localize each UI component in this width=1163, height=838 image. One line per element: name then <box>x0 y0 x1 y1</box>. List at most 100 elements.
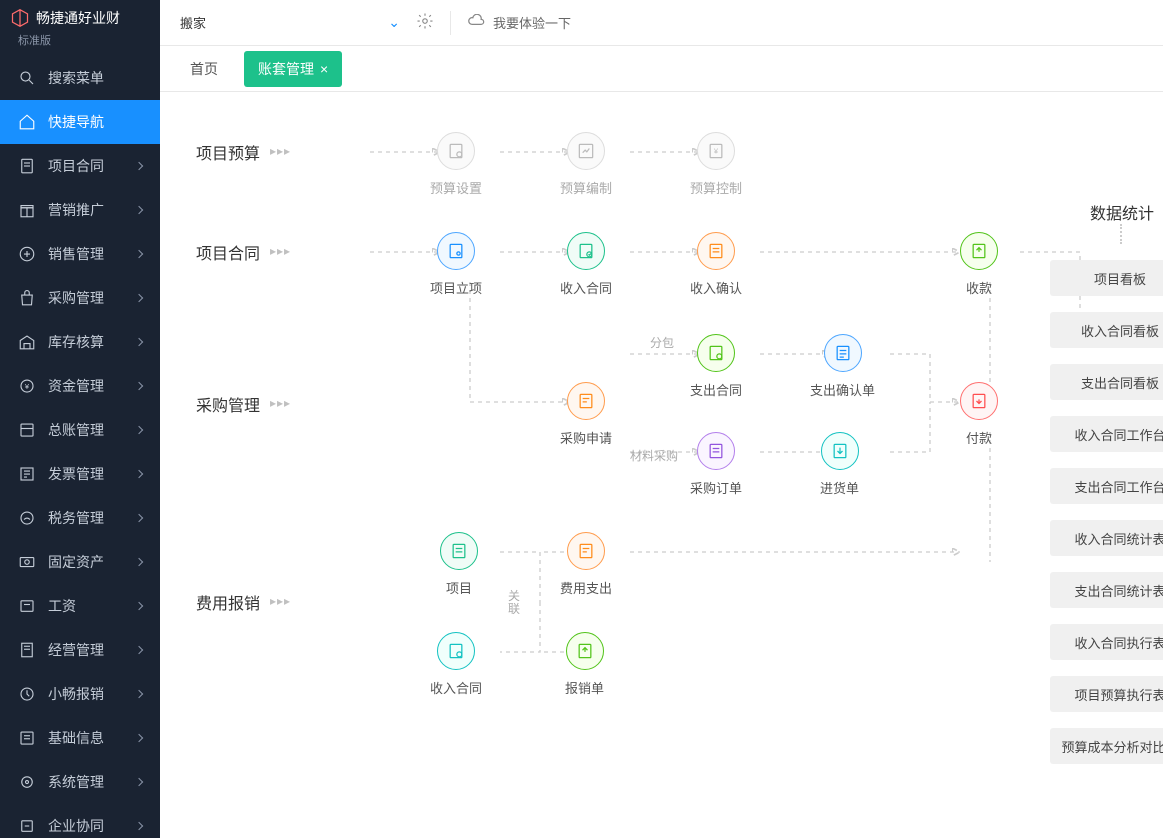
sidebar-item-system[interactable]: 系统管理 <box>0 760 160 804</box>
close-icon[interactable]: × <box>320 61 328 77</box>
bag-icon <box>18 289 36 307</box>
sidebar-item-salary[interactable]: 工资 <box>0 584 160 628</box>
sidebar-item-procurement[interactable]: 采购管理 <box>0 276 160 320</box>
sidebar-item-operations[interactable]: 经营管理 <box>0 628 160 672</box>
stats-btn-income-stats[interactable]: 收入合同统计表 <box>1050 520 1163 556</box>
sidebar-item-funds[interactable]: ¥ 资金管理 <box>0 364 160 408</box>
node-budget-compile[interactable]: 预算编制 <box>560 132 612 197</box>
stats-btn-budget-exec[interactable]: 项目预算执行表 <box>1050 676 1163 712</box>
node-purchase-apply[interactable]: 采购申请 <box>560 382 612 447</box>
sidebar-item-xiaochang[interactable]: 小畅报销 <box>0 672 160 716</box>
header: 搬家 ⌄ 我要体验一下 <box>160 0 1163 46</box>
sidebar-item-invoice[interactable]: 发票管理 <box>0 452 160 496</box>
sidebar-item-assets[interactable]: 固定资产 <box>0 540 160 584</box>
node-goods-in[interactable]: 进货单 <box>820 432 859 497</box>
sidebar-item-project-contract[interactable]: 项目合同 <box>0 144 160 188</box>
node-project[interactable]: 项目 <box>440 532 478 597</box>
node-income-confirm[interactable]: 收入确认 <box>690 232 742 297</box>
stats-connector <box>1120 224 1122 244</box>
warehouse-icon <box>18 333 36 351</box>
search-icon <box>18 69 36 87</box>
sidebar-item-label: 小畅报销 <box>48 684 104 704</box>
sidebar-item-quick-nav[interactable]: 快捷导航 <box>0 100 160 144</box>
sidebar-item-label: 销售管理 <box>48 244 104 264</box>
sidebar-item-inventory[interactable]: 库存核算 <box>0 320 160 364</box>
try-experience-link[interactable]: 我要体验一下 <box>467 13 571 32</box>
stats-btn-project-board[interactable]: 项目看板 <box>1050 260 1163 296</box>
sidebar-item-tax[interactable]: 税务管理 <box>0 496 160 540</box>
stats-btn-expense-workbench[interactable]: 支出合同工作台 <box>1050 468 1163 504</box>
svg-text:¥: ¥ <box>25 382 30 391</box>
row-arrow-icon: ▸▸▸ <box>270 244 291 258</box>
workflow-canvas: 项目预算 ▸▸▸ 项目合同 ▸▸▸ 采购管理 ▸▸▸ 费用报销 ▸▸▸ 预算设置… <box>160 92 1163 838</box>
sidebar-search-label: 搜索菜单 <box>48 68 104 88</box>
stats-title: 数据统计 <box>1090 200 1154 224</box>
sidebar-item-label: 总账管理 <box>48 420 104 440</box>
stats-btn-income-workbench[interactable]: 收入合同工作台 <box>1050 416 1163 452</box>
stats-btn-income-exec[interactable]: 收入合同执行表 <box>1050 624 1163 660</box>
sidebar-item-sales[interactable]: 销售管理 <box>0 232 160 276</box>
node-receipt[interactable]: 收款 <box>960 232 998 297</box>
org-name: 搬家 <box>180 13 206 32</box>
node-budget-control[interactable]: ¥ 预算控制 <box>690 132 742 197</box>
row-label-contract: 项目合同 <box>196 240 260 264</box>
row-label-expense: 费用报销 <box>196 590 260 614</box>
collab-icon <box>18 817 36 835</box>
chevron-down-icon: ⌄ <box>388 14 400 31</box>
node-income-contract[interactable]: 收入合同 <box>560 232 612 297</box>
node-reimburse[interactable]: 报销单 <box>565 632 604 697</box>
app-logo-icon <box>10 8 30 28</box>
sidebar-item-label: 税务管理 <box>48 508 104 528</box>
stats-btn-expense-stats[interactable]: 支出合同统计表 <box>1050 572 1163 608</box>
tab-account-set[interactable]: 账套管理 × <box>244 51 342 87</box>
sidebar-search[interactable]: 搜索菜单 <box>0 56 160 100</box>
sidebar-item-label: 工资 <box>48 596 76 616</box>
gear-icon <box>18 773 36 791</box>
node-budget-setup[interactable]: 预算设置 <box>430 132 482 197</box>
flow-connectors <box>160 92 1163 838</box>
app-logo: 畅捷通好业财 <box>0 0 160 32</box>
sidebar-item-marketing[interactable]: 营销推广 <box>0 188 160 232</box>
tab-home[interactable]: 首页 <box>176 51 232 87</box>
row-label-budget: 项目预算 <box>196 140 260 164</box>
node-income-contract-2[interactable]: 收入合同 <box>430 632 482 697</box>
reimburse-icon <box>18 685 36 703</box>
node-payment[interactable]: 付款 <box>960 382 998 447</box>
ledger-icon <box>18 421 36 439</box>
tabs-bar: 首页 账套管理 × <box>160 46 1163 92</box>
sidebar-item-label: 资金管理 <box>48 376 104 396</box>
sidebar-item-label: 库存核算 <box>48 332 104 352</box>
settings-gear-icon[interactable] <box>416 12 434 33</box>
app-name: 畅捷通好业财 <box>36 8 120 28</box>
stats-btn-budget-cost[interactable]: 预算成本分析对比表 <box>1050 728 1163 764</box>
node-expense-contract[interactable]: 支出合同 <box>690 334 742 399</box>
salary-icon <box>18 597 36 615</box>
org-selector[interactable]: 搬家 ⌄ <box>180 13 400 32</box>
sidebar-item-label: 快捷导航 <box>48 112 104 132</box>
stats-btn-income-board[interactable]: 收入合同看板 <box>1050 312 1163 348</box>
node-expense-confirm[interactable]: 支出确认单 <box>810 334 875 399</box>
header-divider <box>450 11 451 35</box>
sidebar-item-ledger[interactable]: 总账管理 <box>0 408 160 452</box>
stats-btn-expense-board[interactable]: 支出合同看板 <box>1050 364 1163 400</box>
sidebar-item-basic-info[interactable]: 基础信息 <box>0 716 160 760</box>
sidebar-item-label: 项目合同 <box>48 156 104 176</box>
node-purchase-order[interactable]: 采购订单 <box>690 432 742 497</box>
node-expense-spend[interactable]: 费用支出 <box>560 532 612 597</box>
sub-label-subcontract: 分包 <box>650 334 674 351</box>
ops-icon <box>18 641 36 659</box>
invoice-icon <box>18 465 36 483</box>
row-arrow-icon: ▸▸▸ <box>270 396 291 410</box>
sidebar-item-label: 固定资产 <box>48 552 104 572</box>
cloud-icon <box>467 14 487 31</box>
assoc-label: 关联 <box>508 590 520 616</box>
home-icon <box>18 113 36 131</box>
sidebar: 畅捷通好业财 标准版 搜索菜单 快捷导航 项目合同 营销推广 销售管理 采购管理… <box>0 0 160 838</box>
sidebar-item-collab[interactable]: 企业协同 <box>0 804 160 838</box>
tax-icon <box>18 509 36 527</box>
sidebar-item-label: 系统管理 <box>48 772 104 792</box>
sub-label-material: 材料采购 <box>630 447 678 464</box>
node-project-approval[interactable]: 项目立项 <box>430 232 482 297</box>
sidebar-item-label: 企业协同 <box>48 816 104 836</box>
sidebar-item-label: 基础信息 <box>48 728 104 748</box>
